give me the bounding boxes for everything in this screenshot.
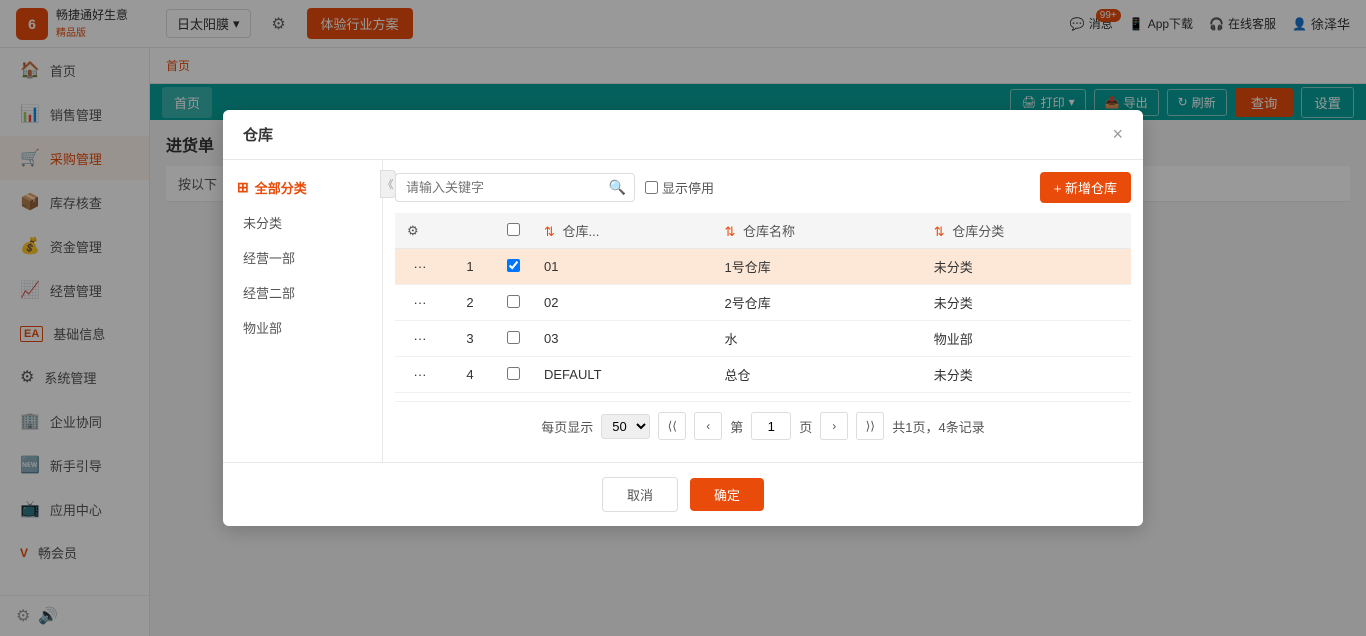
sort-icon-category: ⇅	[934, 224, 945, 239]
collapse-button[interactable]: 《	[380, 170, 396, 198]
dialog-body: 《 ⊞ 全部分类 未分类 经营一部 经营二部 物业部 🔍	[223, 160, 1143, 462]
pagination-row: 每页显示 50 ⟨⟨ ‹ 第 页 › ⟩⟩ 共1页，4条记录	[395, 401, 1131, 450]
table-wrap: ⚙ ⇅ 仓库... ⇅	[395, 213, 1131, 393]
row-num-0: 01	[532, 249, 713, 285]
category-item-2[interactable]: 经营二部	[223, 275, 382, 310]
row-name-3: 总仓	[713, 357, 922, 393]
table-row[interactable]: ··· 3 03 水 物业部	[395, 321, 1131, 357]
add-warehouse-button[interactable]: + 新增仓库	[1040, 172, 1131, 203]
confirm-button[interactable]: 确定	[690, 478, 764, 511]
row-checkbox-3[interactable]	[495, 357, 532, 393]
category-item-3[interactable]: 物业部	[223, 310, 382, 345]
row-name-1: 2号仓库	[713, 285, 922, 321]
search-input[interactable]	[396, 175, 601, 200]
row-num-index: 4	[445, 357, 495, 393]
category-item-0[interactable]: 未分类	[223, 205, 382, 240]
row-category-0: 未分类	[922, 249, 1131, 285]
table-row[interactable]: ··· 1 01 1号仓库 未分类	[395, 249, 1131, 285]
row-checkbox-0[interactable]	[495, 249, 532, 285]
search-row: 🔍 显示停用 + 新增仓库	[395, 172, 1131, 203]
table-header: ⚙ ⇅ 仓库... ⇅	[395, 213, 1131, 249]
last-page-button[interactable]: ⟩⟩	[856, 412, 884, 440]
row-checkbox-1[interactable]	[495, 285, 532, 321]
dialog-footer: 取消 确定	[223, 462, 1143, 526]
table-row[interactable]: ··· 2 02 2号仓库 未分类	[395, 285, 1131, 321]
search-box: 🔍	[395, 173, 635, 202]
row-num-index: 2	[445, 285, 495, 321]
search-icon[interactable]: 🔍	[601, 174, 634, 201]
row-category-2: 物业部	[922, 321, 1131, 357]
first-page-button[interactable]: ⟨⟨	[658, 412, 686, 440]
row-category-1: 未分类	[922, 285, 1131, 321]
grid-icon: ⊞	[237, 179, 249, 196]
row-num-index: 1	[445, 249, 495, 285]
th-name: ⇅ 仓库名称	[713, 213, 922, 249]
page-label: 第	[730, 417, 743, 436]
select-all-checkbox[interactable]	[507, 223, 520, 236]
category-panel: 《 ⊞ 全部分类 未分类 经营一部 经营二部 物业部	[223, 160, 383, 462]
row-category-3: 未分类	[922, 357, 1131, 393]
next-page-button[interactable]: ›	[820, 412, 848, 440]
row-num-1: 02	[532, 285, 713, 321]
th-category: ⇅ 仓库分类	[922, 213, 1131, 249]
show-disabled-checkbox[interactable]	[645, 181, 658, 194]
row-name-0: 1号仓库	[713, 249, 922, 285]
row-settings-0[interactable]: ···	[395, 249, 445, 285]
row-settings-3[interactable]: ···	[395, 357, 445, 393]
category-item-1[interactable]: 经营一部	[223, 240, 382, 275]
row-name-2: 水	[713, 321, 922, 357]
cancel-button[interactable]: 取消	[602, 477, 678, 512]
data-panel: 🔍 显示停用 + 新增仓库 ⚙	[383, 160, 1143, 462]
total-info: 共1页，4条记录	[892, 417, 984, 436]
prev-page-button[interactable]: ‹	[694, 412, 722, 440]
sort-icon-code: ⇅	[544, 224, 555, 239]
row-settings-1[interactable]: ···	[395, 285, 445, 321]
row-settings-2[interactable]: ···	[395, 321, 445, 357]
dialog-title: 仓库	[243, 124, 273, 145]
page-size-select[interactable]: 50	[601, 414, 650, 439]
warehouse-dialog: 仓库 × 《 ⊞ 全部分类 未分类 经营一部 经营二部 物业部	[223, 110, 1143, 526]
th-code: ⇅ 仓库...	[532, 213, 713, 249]
all-category-header[interactable]: ⊞ 全部分类	[223, 170, 382, 205]
th-checkbox	[495, 213, 532, 249]
table-row[interactable]: ··· 4 DEFAULT 总仓 未分类	[395, 357, 1131, 393]
dialog-header: 仓库 ×	[223, 110, 1143, 160]
row-num-index: 3	[445, 321, 495, 357]
row-num-2: 03	[532, 321, 713, 357]
th-num	[445, 213, 495, 249]
th-settings: ⚙	[395, 213, 445, 249]
close-icon[interactable]: ×	[1112, 124, 1123, 145]
row-num-3: DEFAULT	[532, 357, 713, 393]
warehouse-table: ⚙ ⇅ 仓库... ⇅	[395, 213, 1131, 393]
row-checkbox-2[interactable]	[495, 321, 532, 357]
page-input[interactable]	[751, 412, 791, 440]
modal-overlay: 仓库 × 《 ⊞ 全部分类 未分类 经营一部 经营二部 物业部	[0, 0, 1366, 636]
table-body: ··· 1 01 1号仓库 未分类 ··· 2 02 2号仓库 未分类 ··· …	[395, 249, 1131, 393]
show-disabled-label: 显示停用	[645, 178, 714, 197]
sort-icon-name: ⇅	[725, 224, 736, 239]
